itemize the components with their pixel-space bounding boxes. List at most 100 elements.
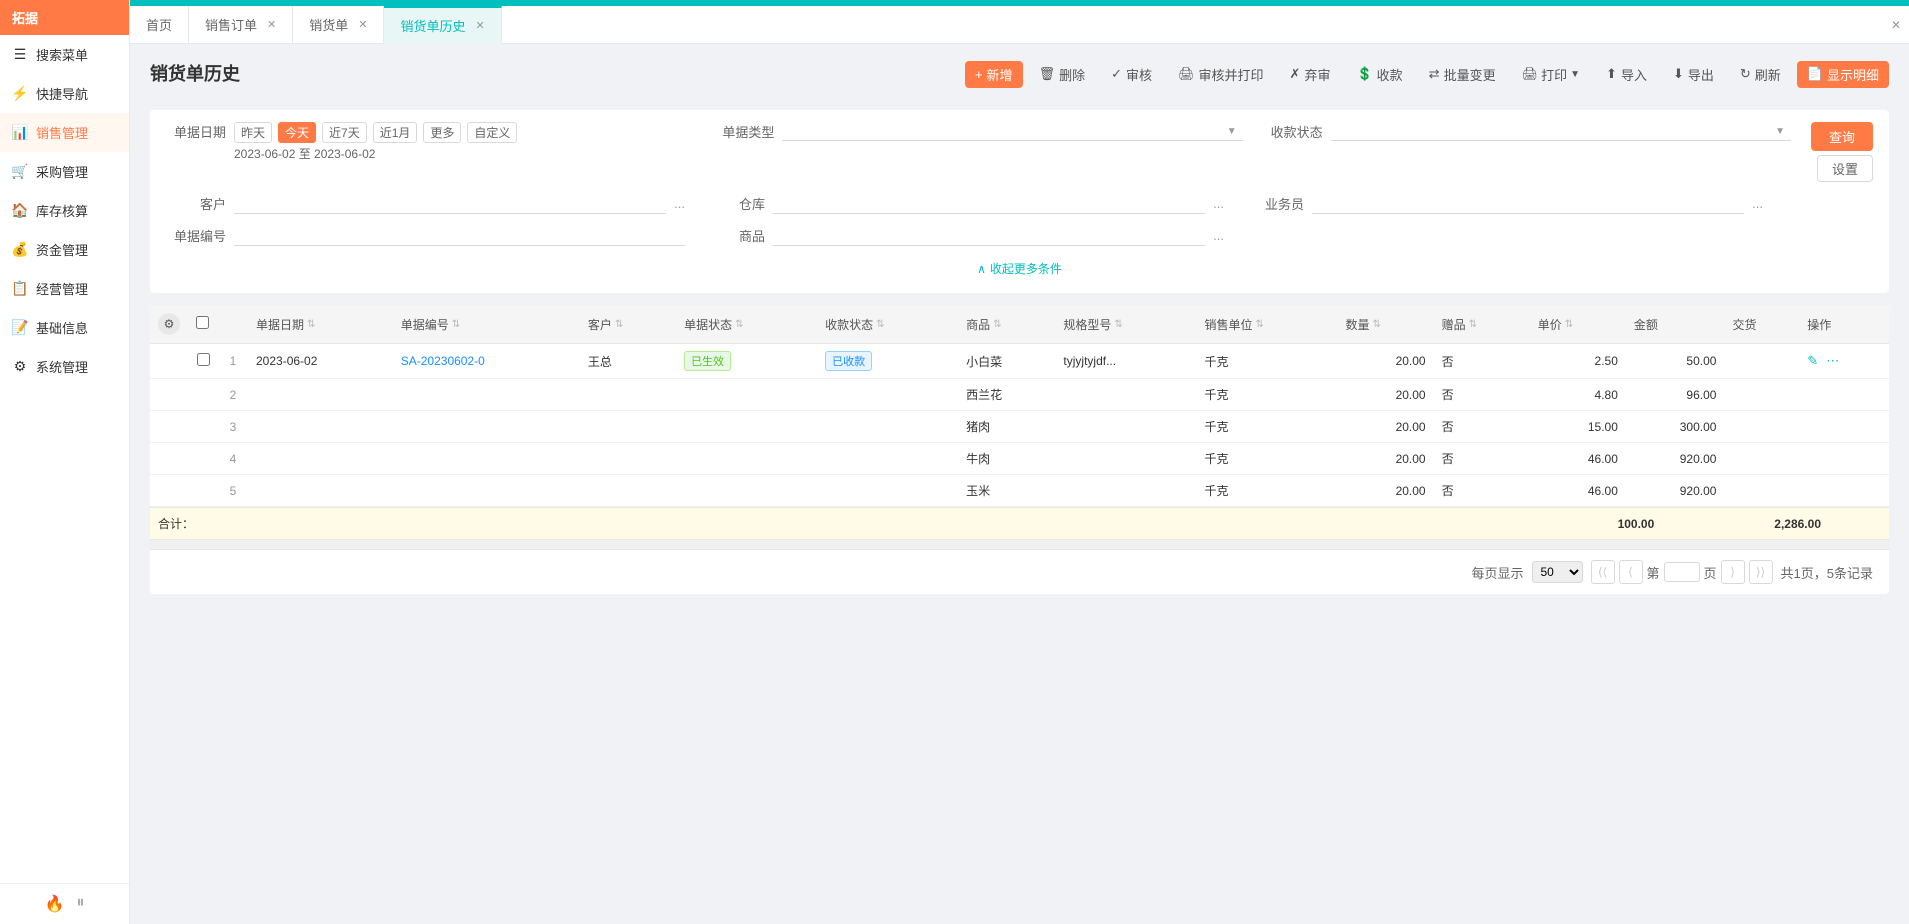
sort-unit[interactable]: 销售单位⇅ bbox=[1204, 316, 1329, 333]
sort-doc-date[interactable]: 单据日期⇅ bbox=[256, 316, 385, 333]
goods-dots[interactable]: ... bbox=[1213, 228, 1224, 243]
select-all-checkbox[interactable] bbox=[196, 316, 209, 329]
warehouse-input[interactable] bbox=[773, 192, 1205, 214]
td-checkbox bbox=[188, 379, 218, 411]
pause-icon[interactable]: ⏸ bbox=[76, 894, 84, 914]
sort-gift[interactable]: 赠品⇅ bbox=[1442, 316, 1522, 333]
next-page-btn[interactable]: ⟩ bbox=[1721, 560, 1745, 584]
sidebar-item-quick-nav[interactable]: ⚡ 快捷导航 bbox=[0, 74, 129, 113]
sidebar-item-purchase-mgmt[interactable]: 🛒 采购管理 bbox=[0, 152, 129, 191]
tab-sales-history-label: 销货单历史 bbox=[400, 16, 465, 35]
sidebar-item-basic-info[interactable]: 📝 基础信息 bbox=[0, 308, 129, 347]
table-footer: 合计： 100.00 2,286.00 bbox=[150, 507, 1889, 539]
sidebar-item-label: 经营管理 bbox=[36, 279, 88, 298]
collect-button[interactable]: 💲 收款 bbox=[1346, 61, 1412, 88]
horizontal-scrollbar[interactable] bbox=[150, 539, 1889, 549]
query-button[interactable]: 查询 bbox=[1811, 122, 1873, 151]
td-goods: 玉米 bbox=[958, 475, 1055, 507]
print-button[interactable]: 🖨 打印 ▼ bbox=[1512, 61, 1590, 88]
sidebar-item-system-mgmt[interactable]: ⚙ 系统管理 bbox=[0, 347, 129, 386]
action-buttons: ✎ ⋯ bbox=[1807, 353, 1881, 369]
warehouse-dots[interactable]: ... bbox=[1213, 196, 1224, 211]
payment-status-select[interactable]: ▼ bbox=[1331, 123, 1791, 141]
sort-doc-number-icon: ⇅ bbox=[452, 319, 460, 330]
settings-icon[interactable]: ⚙ bbox=[158, 313, 180, 335]
date-tag-yesterday[interactable]: 昨天 bbox=[234, 122, 272, 143]
sort-customer[interactable]: 客户⇅ bbox=[588, 316, 668, 333]
batch-change-button[interactable]: ⇄ 批量变更 bbox=[1419, 61, 1506, 88]
salesperson-dots[interactable]: ... bbox=[1752, 196, 1763, 211]
sidebar-item-sales-mgmt[interactable]: 📊 销售管理 bbox=[0, 113, 129, 152]
system-icon: ⚙ bbox=[12, 359, 28, 375]
customer-input[interactable] bbox=[234, 192, 666, 214]
date-tag-1month[interactable]: 近1月 bbox=[373, 122, 418, 143]
sort-doc-number[interactable]: 单据编号⇅ bbox=[401, 316, 572, 333]
th-spec: 规格型号⇅ bbox=[1055, 305, 1196, 344]
sidebar-item-inventory[interactable]: 🏠 库存核算 bbox=[0, 191, 129, 230]
abandon-button[interactable]: ✗ 弃审 bbox=[1280, 61, 1341, 88]
per-page-select[interactable]: 50 100 200 bbox=[1532, 561, 1583, 583]
td-action bbox=[1799, 475, 1889, 507]
sort-doc-date-icon: ⇅ bbox=[307, 319, 315, 330]
td-amount: 50.00 bbox=[1626, 344, 1725, 379]
tab-sales-order[interactable]: 销售订单 ✕ bbox=[189, 6, 293, 44]
sort-price[interactable]: 单价⇅ bbox=[1538, 316, 1618, 333]
audit-print-button[interactable]: 🖨 审核并打印 bbox=[1168, 61, 1274, 88]
table-row: 3 猪肉 千克 20.00 否 15.00 300.00 bbox=[150, 411, 1889, 443]
audit-print-icon: 🖨 bbox=[1178, 66, 1195, 82]
collapse-up-icon: ∧ bbox=[977, 262, 986, 276]
sidebar-item-operations[interactable]: 📋 经营管理 bbox=[0, 269, 129, 308]
sort-payment-status[interactable]: 收款状态⇅ bbox=[825, 316, 950, 333]
sort-spec[interactable]: 规格型号⇅ bbox=[1063, 316, 1188, 333]
td-amount: 920.00 bbox=[1626, 443, 1725, 475]
sort-goods[interactable]: 商品⇅ bbox=[966, 316, 1047, 333]
import-button[interactable]: ⬆ 导入 bbox=[1596, 61, 1657, 88]
close-all-icon[interactable]: ✕ bbox=[1891, 18, 1901, 32]
sidebar-header[interactable]: 拓据 bbox=[0, 0, 129, 35]
tab-home[interactable]: 首页 bbox=[130, 6, 189, 44]
inventory-icon: 🏠 bbox=[12, 203, 28, 219]
audit-button[interactable]: ✓ 审核 bbox=[1101, 61, 1162, 88]
salesperson-input[interactable] bbox=[1312, 192, 1744, 214]
date-tag-more[interactable]: 更多 bbox=[423, 122, 461, 143]
sidebar-item-finance[interactable]: 💰 资金管理 bbox=[0, 230, 129, 269]
sort-qty[interactable]: 数量⇅ bbox=[1345, 316, 1425, 333]
edit-btn[interactable]: ✎ bbox=[1807, 353, 1818, 369]
delete-button[interactable]: 🗑 删除 bbox=[1029, 61, 1096, 88]
docnum-input[interactable] bbox=[234, 224, 685, 246]
row-checkbox[interactable] bbox=[197, 353, 210, 366]
prev-page-btn[interactable]: ⟨ bbox=[1619, 560, 1643, 584]
tab-sales-order-close[interactable]: ✕ bbox=[267, 18, 276, 31]
date-tag-custom[interactable]: 自定义 bbox=[467, 122, 517, 143]
show-detail-button[interactable]: 📄 显示明细 bbox=[1797, 61, 1889, 88]
filter-doc-type-item: 单据类型 ▼ bbox=[714, 122, 1242, 141]
th-doc-number: 单据编号⇅ bbox=[393, 305, 580, 344]
export-button[interactable]: ⬇ 导出 bbox=[1663, 61, 1724, 88]
set-button[interactable]: 设置 bbox=[1817, 155, 1873, 182]
sort-doc-status[interactable]: 单据状态⇅ bbox=[684, 316, 809, 333]
more-btn[interactable]: ⋯ bbox=[1826, 353, 1839, 369]
refresh-button[interactable]: ↻ 刷新 bbox=[1730, 61, 1791, 88]
collapse-button[interactable]: ∧ 收起更多条件 bbox=[973, 256, 1066, 281]
add-button[interactable]: + 新增 bbox=[965, 61, 1023, 88]
customer-dots[interactable]: ... bbox=[674, 196, 685, 211]
last-page-btn[interactable]: ⟩⟩ bbox=[1749, 560, 1773, 584]
td-settings bbox=[150, 344, 188, 379]
tab-sales-history[interactable]: 销货单历史 ✕ bbox=[384, 6, 501, 44]
date-tag-7days[interactable]: 近7天 bbox=[322, 122, 367, 143]
td-customer bbox=[580, 379, 676, 411]
tab-sales-goods[interactable]: 销货单 ✕ bbox=[293, 6, 384, 44]
tab-sales-goods-close[interactable]: ✕ bbox=[358, 18, 367, 31]
first-page-btn[interactable]: ⟨⟨ bbox=[1591, 560, 1615, 584]
goods-input[interactable] bbox=[773, 224, 1205, 246]
doc-type-select[interactable]: ▼ bbox=[782, 123, 1242, 141]
td-gift: 否 bbox=[1434, 443, 1530, 475]
date-tag-today[interactable]: 今天 bbox=[278, 122, 316, 143]
sidebar-item-search-menu[interactable]: ☰ 搜索菜单 bbox=[0, 35, 129, 74]
fire-icon[interactable]: 🔥 bbox=[45, 894, 65, 914]
td-doc-number bbox=[393, 443, 580, 475]
td-num: 5 bbox=[218, 475, 248, 507]
tab-sales-history-close[interactable]: ✕ bbox=[476, 19, 485, 32]
page-number-input[interactable]: 1 bbox=[1664, 562, 1700, 582]
print-dropdown-icon: ▼ bbox=[1570, 69, 1580, 80]
